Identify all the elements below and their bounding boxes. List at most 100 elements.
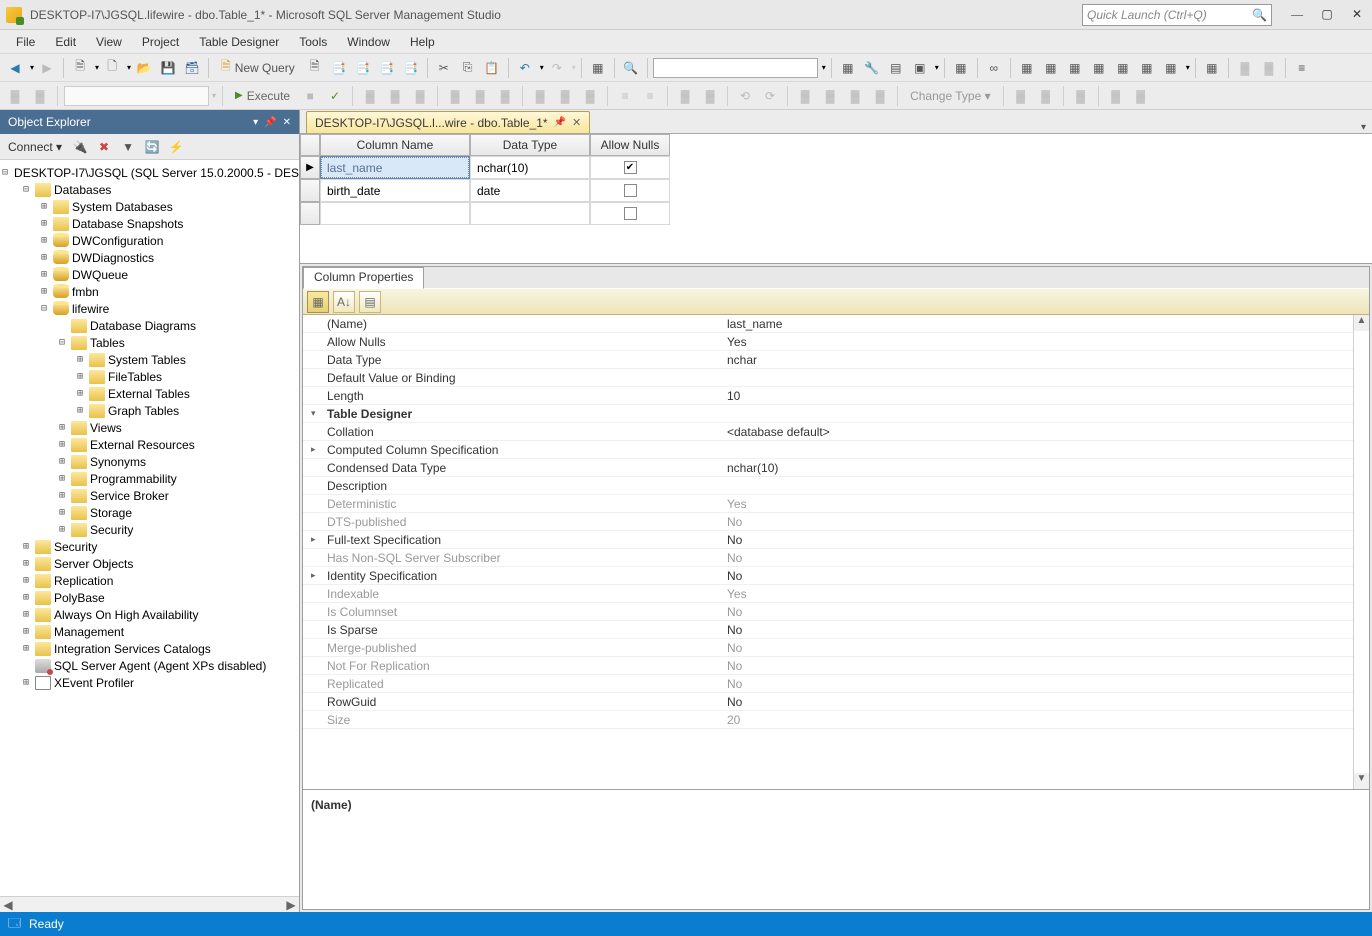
lifewire-node[interactable]: ⊟lifewire (2, 300, 297, 317)
cp-row[interactable]: Not For ReplicationNo (303, 657, 1369, 675)
open-icon[interactable]: 📂 (133, 57, 155, 79)
maximize-button[interactable]: ▢ (1318, 7, 1336, 22)
scroll-down-icon[interactable]: ▼ (1354, 773, 1369, 789)
oe-tree[interactable]: ⊟DESKTOP-I7\JGSQL (SQL Server 15.0.2000.… (0, 160, 299, 896)
grid-cell-type-0[interactable]: nchar(10) (470, 156, 590, 179)
tb-icon-24[interactable]: ≡ (1291, 57, 1313, 79)
tb-icon-3[interactable]: 📑 (352, 57, 374, 79)
categorize-icon[interactable]: ▦ (307, 291, 329, 313)
database-diagrams-node[interactable]: Database Diagrams (2, 317, 297, 334)
tab-close-icon[interactable]: ✕ (572, 116, 581, 129)
cp-row[interactable]: RowGuidNo (303, 693, 1369, 711)
polybase-node[interactable]: ⊞PolyBase (2, 589, 297, 606)
menu-view[interactable]: View (86, 32, 132, 52)
cp-row[interactable]: Size20 (303, 711, 1369, 729)
menu-help[interactable]: Help (400, 32, 445, 52)
cp-body[interactable]: (Name)last_nameAllow NullsYesData Typenc… (303, 315, 1369, 789)
tb-icon-15[interactable]: ▦ (1040, 57, 1062, 79)
cp-row[interactable]: Has Non-SQL Server SubscriberNo (303, 549, 1369, 567)
save-all-icon[interactable]: 🗃 (181, 57, 203, 79)
tb-icon-10[interactable]: ▤ (885, 57, 907, 79)
tables-node[interactable]: ⊟Tables (2, 334, 297, 351)
tab-dropdown-icon[interactable]: ▾ (1361, 122, 1366, 133)
dwqueue-node[interactable]: ⊞DWQueue (2, 266, 297, 283)
cp-row[interactable]: DTS-publishedNo (303, 513, 1369, 531)
tb2-input[interactable] (64, 86, 209, 106)
menu-tools[interactable]: Tools (289, 32, 337, 52)
tb-icon-13[interactable]: ∞ (983, 57, 1005, 79)
menu-window[interactable]: Window (337, 32, 400, 52)
cp-row[interactable]: ▸Full-text SpecificationNo (303, 531, 1369, 549)
agent-node[interactable]: SQL Server Agent (Agent XPs disabled) (2, 657, 297, 674)
replication-node[interactable]: ⊞Replication (2, 572, 297, 589)
tb-icon-18[interactable]: ▦ (1112, 57, 1134, 79)
grid-header-column-name[interactable]: Column Name (320, 134, 470, 156)
cp-tb-3[interactable]: ▤ (359, 291, 381, 313)
grid-row-1[interactable]: birth_date date (300, 179, 1372, 202)
filetables-node[interactable]: ⊞FileTables (2, 368, 297, 385)
tb-icon-12[interactable]: ▦ (950, 57, 972, 79)
cp-row[interactable]: (Name)last_name (303, 315, 1369, 333)
new-project-icon[interactable]: 🗎 (69, 57, 91, 79)
system-databases-node[interactable]: ⊞System Databases (2, 198, 297, 215)
synonyms-node[interactable]: ⊞Synonyms (2, 453, 297, 470)
xevent-node[interactable]: ⊞XEvent Profiler (2, 674, 297, 691)
tb-icon-8[interactable]: ▦ (837, 57, 859, 79)
search-icon[interactable]: 🔍 (1252, 8, 1267, 22)
cp-row[interactable]: ▸Identity SpecificationNo (303, 567, 1369, 585)
database-snapshots-node[interactable]: ⊞Database Snapshots (2, 215, 297, 232)
system-tables-node[interactable]: ⊞System Tables (2, 351, 297, 368)
grid-cell-nulls-0[interactable]: ✔ (590, 156, 670, 179)
cut-icon[interactable]: ✂ (433, 57, 455, 79)
cp-vscroll[interactable]: ▲ ▼ (1353, 315, 1369, 789)
cp-tab[interactable]: Column Properties (303, 267, 424, 289)
management-node[interactable]: ⊞Management (2, 623, 297, 640)
grid-header-data-type[interactable]: Data Type (470, 134, 590, 156)
close-button[interactable]: ✕ (1348, 7, 1366, 22)
pin-icon[interactable]: 📌 (554, 117, 566, 128)
oe-dropdown-icon[interactable]: ▾ (253, 117, 258, 128)
external-resources-node[interactable]: ⊞External Resources (2, 436, 297, 453)
tb-icon-7[interactable]: 🔍 (620, 57, 642, 79)
tb-icon-17[interactable]: ▦ (1088, 57, 1110, 79)
undo-icon[interactable]: ↶ (514, 57, 536, 79)
storage-node[interactable]: ⊞Storage (2, 504, 297, 521)
cp-row[interactable]: Is ColumnsetNo (303, 603, 1369, 621)
menu-edit[interactable]: Edit (45, 32, 86, 52)
cp-row[interactable]: ▸Computed Column Specification (303, 441, 1369, 459)
graph-tables-node[interactable]: ⊞Graph Tables (2, 402, 297, 419)
dwconfiguration-node[interactable]: ⊞DWConfiguration (2, 232, 297, 249)
minimize-button[interactable]: — (1288, 7, 1306, 22)
execute-button[interactable]: ▶Execute (229, 89, 296, 103)
cp-row[interactable]: Allow NullsYes (303, 333, 1369, 351)
back-icon[interactable]: ◀ (4, 57, 26, 79)
cp-row[interactable]: ReplicatedNo (303, 675, 1369, 693)
external-tables-node[interactable]: ⊞External Tables (2, 385, 297, 402)
oe-pin-icon[interactable]: 📌 (264, 117, 276, 128)
tb-icon-21[interactable]: ▦ (1201, 57, 1223, 79)
server-objects-node[interactable]: ⊞Server Objects (2, 555, 297, 572)
views-node[interactable]: ⊞Views (2, 419, 297, 436)
server-node[interactable]: ⊟DESKTOP-I7\JGSQL (SQL Server 15.0.2000.… (2, 164, 297, 181)
cp-row[interactable]: Is SparseNo (303, 621, 1369, 639)
cp-row[interactable]: Collation<database default> (303, 423, 1369, 441)
grid-cell-type-1[interactable]: date (470, 179, 590, 202)
cp-row[interactable]: IndexableYes (303, 585, 1369, 603)
tb-icon-14[interactable]: ▦ (1016, 57, 1038, 79)
tb-icon-19[interactable]: ▦ (1136, 57, 1158, 79)
paste-icon[interactable]: 📋 (481, 57, 503, 79)
grid-header-allow-nulls[interactable]: Allow Nulls (590, 134, 670, 156)
row-selector-icon[interactable]: ▶ (300, 156, 320, 179)
new-file-icon[interactable]: 🗋 (101, 57, 123, 79)
databases-node[interactable]: ⊟Databases (2, 181, 297, 198)
menu-project[interactable]: Project (132, 32, 189, 52)
menu-file[interactable]: File (6, 32, 45, 52)
oe-refresh-icon[interactable]: 🔄 (142, 137, 162, 157)
change-type-button[interactable]: Change Type ▾ (904, 89, 997, 103)
service-broker-node[interactable]: ⊞Service Broker (2, 487, 297, 504)
sort-icon[interactable]: A↓ (333, 291, 355, 313)
grid-row-new[interactable] (300, 202, 1372, 225)
grid-row-0[interactable]: ▶ last_name nchar(10) ✔ (300, 156, 1372, 179)
column-grid[interactable]: Column Name Data Type Allow Nulls ▶ last… (300, 134, 1372, 264)
scroll-up-icon[interactable]: ▲ (1354, 315, 1369, 331)
